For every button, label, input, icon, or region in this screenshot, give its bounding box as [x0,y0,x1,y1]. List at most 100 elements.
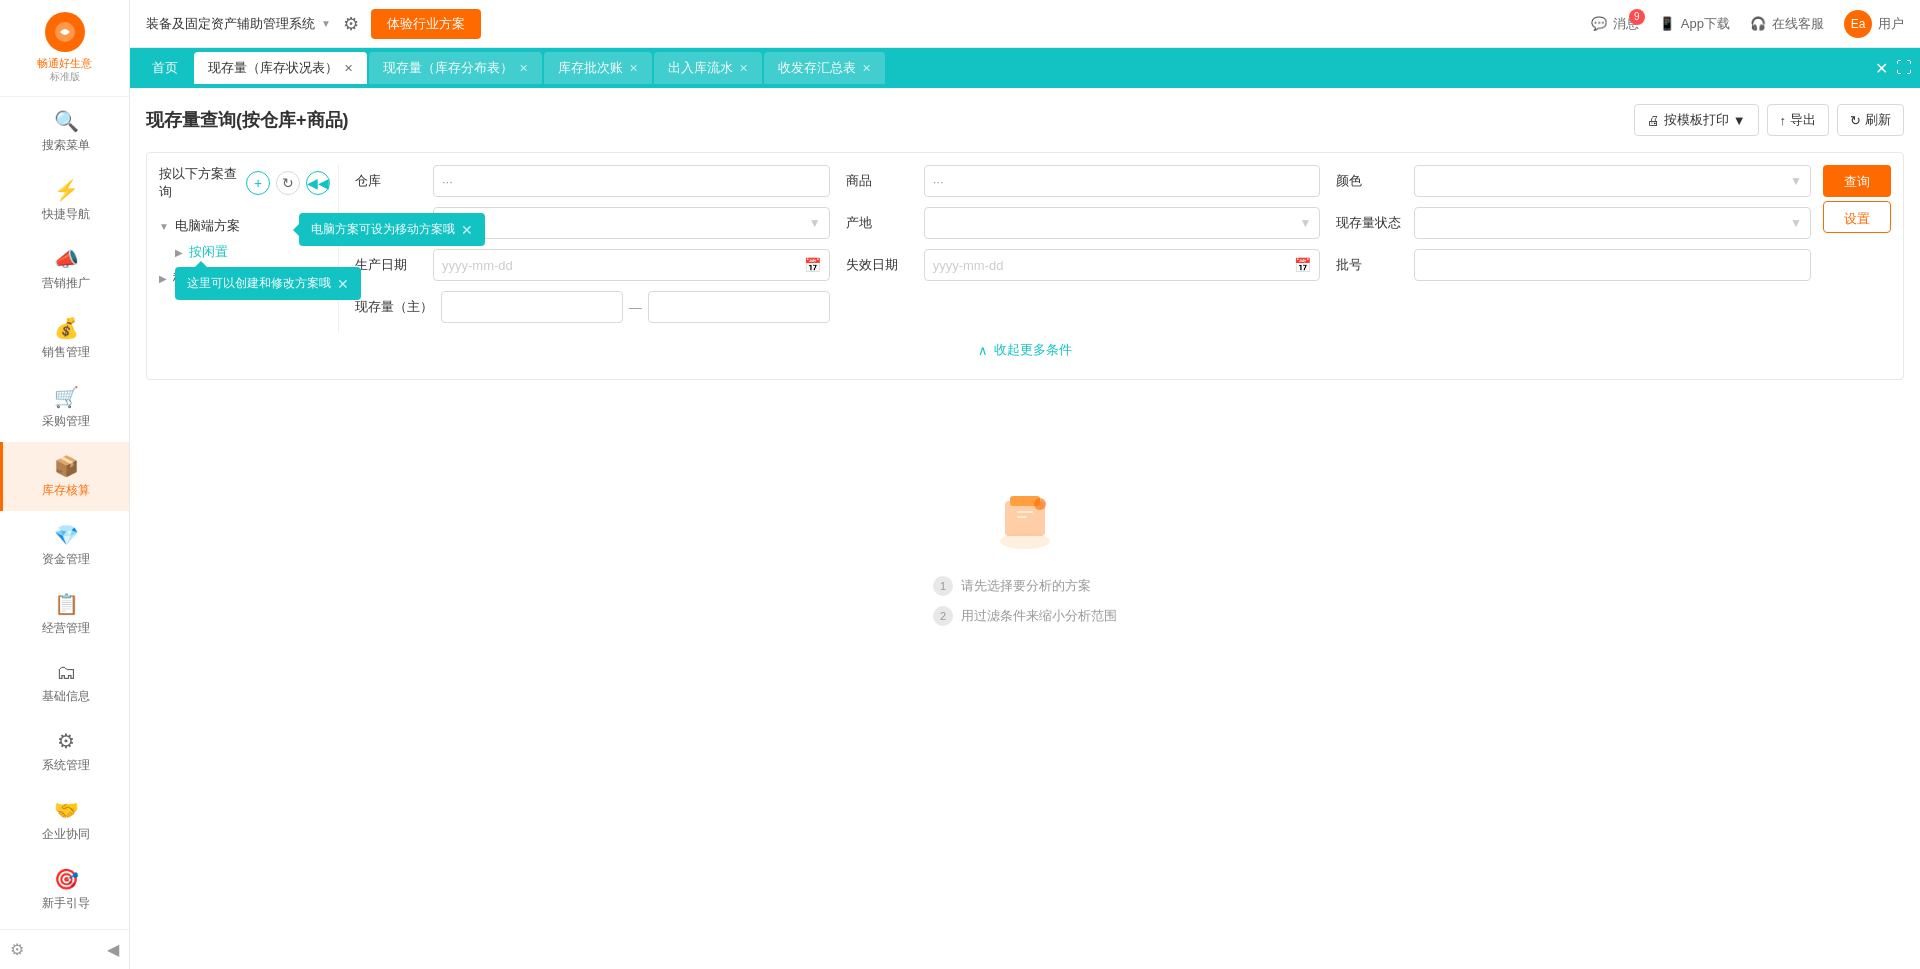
sidebar-item-guide[interactable]: 🎯 新手引导 [0,855,129,924]
goods-input[interactable]: ··· [924,165,1321,197]
app-download-label: App下载 [1681,15,1730,33]
warehouse-dots: ··· [442,174,453,189]
warehouse-input[interactable]: ··· [433,165,830,197]
sidebar-item-label: 采购管理 [42,413,90,430]
expire-date-input[interactable]: yyyy-mm-dd 📅 [924,249,1321,281]
size-select[interactable]: ▼ [433,207,830,239]
stock-main-row: 现存量（主） — [355,291,830,323]
collapse-sidebar-icon[interactable]: ◀ [107,940,119,959]
step1-num: 1 [933,576,953,596]
origin-select[interactable]: ▼ [924,207,1321,239]
sidebar-item-purchase[interactable]: 🛒 采购管理 [0,373,129,442]
batch-input[interactable] [1414,249,1811,281]
query-button[interactable]: 查询 [1823,165,1891,197]
sidebar-item-label: 快捷导航 [42,206,90,223]
filter-inner: 按以下方案查询 + ↻ ◀◀ [159,165,1891,333]
edit-tooltip-wrapper: 这里可以创建和修改方案哦 ✕ [175,267,361,300]
sidebar-item-label: 企业协同 [42,826,90,843]
sidebar-item-operations[interactable]: 📋 经营管理 [0,580,129,649]
tab-fullscreen-icon[interactable]: ⛶ [1896,59,1912,78]
sidebar-item-system[interactable]: ⚙ 系统管理 [0,717,129,786]
back-scheme-button[interactable]: ◀◀ [306,171,330,195]
stock-status-select[interactable]: ▼ [1414,207,1811,239]
refresh-button[interactable]: ↻ 刷新 [1837,104,1904,136]
online-support-label: 在线客服 [1772,15,1824,33]
add-scheme-button[interactable]: + [246,171,270,195]
tab-close-icon[interactable]: ✕ [739,62,748,75]
message-group[interactable]: 💬 消息 9 [1591,15,1639,33]
sidebar-item-basic-info[interactable]: 🗂 基础信息 [0,649,129,717]
expire-date-placeholder: yyyy-mm-dd [933,258,1004,273]
reset-button[interactable]: 设置 [1823,201,1891,233]
top-header: 装备及固定资产辅助管理系统 ▼ ⚙ 体验行业方案 💬 消息 9 📱 App下载 … [130,0,1920,48]
online-support-group[interactable]: 🎧 在线客服 [1750,15,1824,33]
app-download-group[interactable]: 📱 App下载 [1659,15,1730,33]
produce-date-row: 生产日期 yyyy-mm-dd 📅 [355,249,830,281]
page-content: 现存量查询(按仓库+商品) 🖨 按模板打印 ▼ ↑ 导出 ↻ [130,88,1920,969]
page-actions: 🖨 按模板打印 ▼ ↑ 导出 ↻ 刷新 [1634,104,1904,136]
sidebar-item-quick-nav[interactable]: ⚡ 快捷导航 [0,166,129,235]
scheme-tree: ▼ 电脑端方案 电脑方案可设为移动方案哦 [159,213,330,291]
print-button[interactable]: 🖨 按模板打印 ▼ [1634,104,1759,136]
produce-date-input[interactable]: yyyy-mm-dd 📅 [433,249,830,281]
tab-close-icon[interactable]: ✕ [862,62,871,75]
stock-main-max-input[interactable] [648,291,830,323]
tab-batch-account-label: 库存批次账 [558,59,623,77]
warehouse-label: 仓库 [355,172,425,190]
tab-close-icon[interactable]: ✕ [629,62,638,75]
stock-status-row: 现存量状态 ▼ [1336,207,1811,239]
tab-inventory-status[interactable]: 现存量（库存状况表） ✕ [194,52,367,84]
operations-icon: 📋 [54,592,79,616]
inventory-icon: 📦 [54,454,79,478]
settings-icon[interactable]: ⚙ [10,940,24,959]
tab-in-out-flow[interactable]: 出入库流水 ✕ [654,52,762,84]
step2-text: 用过滤条件来缩小分析范围 [961,607,1117,625]
goods-row: 商品 ··· [846,165,1321,197]
tab-close-icon[interactable]: ✕ [344,62,353,75]
tab-home[interactable]: 首页 [138,52,192,84]
goods-dots: ··· [933,174,944,189]
color-label: 颜色 [1336,172,1406,190]
edit-tooltip-close-icon[interactable]: ✕ [337,276,349,292]
goods-label: 商品 [846,172,916,190]
sidebar-item-search[interactable]: 🔍 搜索菜单 [0,97,129,166]
system-selector[interactable]: 装备及固定资产辅助管理系统 ▼ [146,15,331,33]
origin-row: 产地 ▼ [846,207,1321,239]
user-group[interactable]: Ea 用户 [1844,10,1904,38]
pc-scheme-arrow: ▼ [159,221,169,232]
tooltip-close-icon[interactable]: ✕ [461,222,473,238]
sidebar-item-label: 库存核算 [42,482,90,499]
tab-home-label: 首页 [152,59,178,77]
settings-gear-icon[interactable]: ⚙ [343,13,359,35]
sidebar-navigation: 🔍 搜索菜单 ⚡ 快捷导航 📣 营销推广 💰 销售管理 🛒 采购管理 📦 [0,97,129,929]
tooltip-pc-text: 电脑方案可设为移动方案哦 [311,221,455,238]
stock-main-min-input[interactable] [441,291,623,323]
empty-step-2: 2 用过滤条件来缩小分析范围 [933,606,1117,626]
tab-inventory-dist[interactable]: 现存量（库存分布表） ✕ [369,52,542,84]
tab-close-all-icon[interactable]: ✕ [1875,59,1888,78]
pc-tooltip-box: 电脑方案可设为移动方案哦 ✕ [299,213,485,246]
empty-illustration [985,476,1065,556]
filter-actions: + ↻ ◀◀ [246,171,330,195]
sidebar-item-label: 基础信息 [42,688,90,705]
system-name: 装备及固定资产辅助管理系统 [146,15,315,33]
range-separator: — [629,300,642,315]
print-arrow-icon: ▼ [1733,113,1746,128]
export-button[interactable]: ↑ 导出 [1767,104,1830,136]
pc-scheme-tooltip: 电脑方案可设为移动方案哦 ✕ [299,213,485,246]
refresh-scheme-button[interactable]: ↻ [276,171,300,195]
sidebar-item-enterprise[interactable]: 🤝 企业协同 [0,786,129,855]
tab-collect-summary[interactable]: 收发存汇总表 ✕ [764,52,885,84]
sidebar-item-assets[interactable]: 💎 资金管理 [0,511,129,580]
sidebar-item-inventory[interactable]: 📦 库存核算 [0,442,129,511]
sidebar-item-sales[interactable]: 💰 销售管理 [0,304,129,373]
export-icon: ↑ [1780,113,1787,128]
tab-batch-account[interactable]: 库存批次账 ✕ [544,52,652,84]
industry-button[interactable]: 体验行业方案 [371,9,481,39]
sidebar-item-marketing[interactable]: 📣 营销推广 [0,235,129,304]
tab-close-icon[interactable]: ✕ [519,62,528,75]
logo-area: 畅通好生意 标准版 [0,0,129,97]
header-left: 装备及固定资产辅助管理系统 ▼ ⚙ 体验行业方案 [146,9,481,39]
color-select[interactable]: ▼ [1414,165,1811,197]
collapse-button[interactable]: ∧ 收起更多条件 [159,333,1891,367]
